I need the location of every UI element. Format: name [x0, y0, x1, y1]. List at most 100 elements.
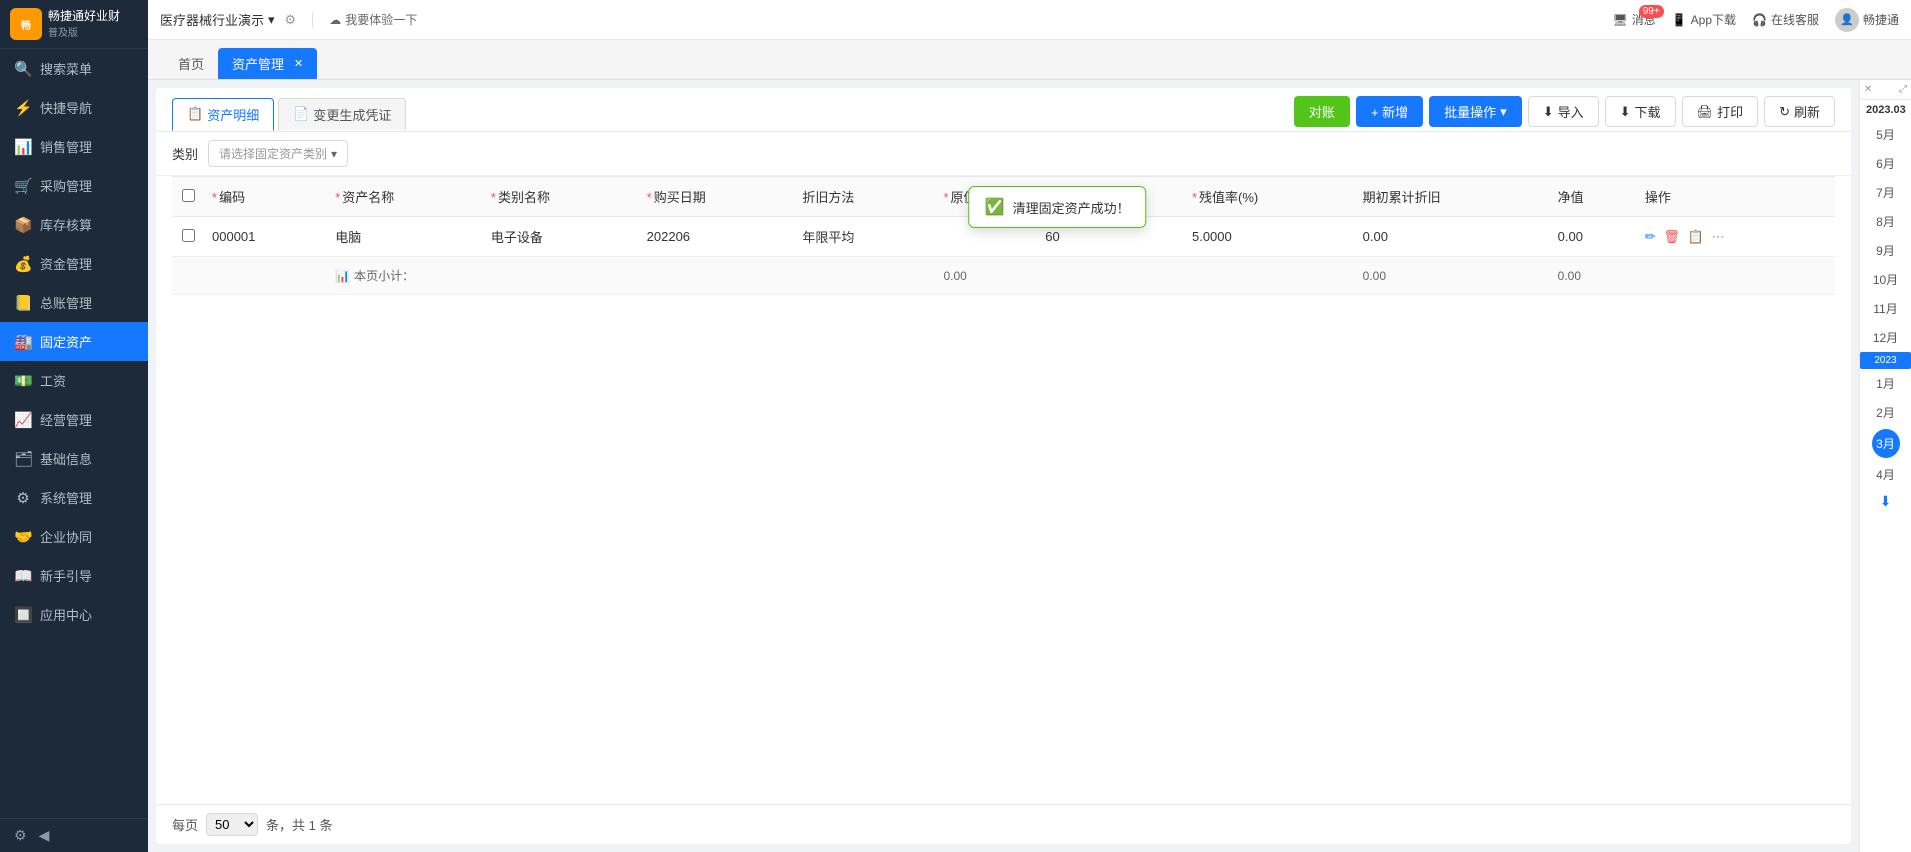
sidebar-logo: 畅 畅捷通好业财 普及版 [0, 0, 148, 49]
per-page-select[interactable]: 50 10 20 100 [206, 813, 258, 836]
tab-close-icon[interactable]: ✕ [294, 57, 303, 70]
row-checkbox[interactable] [182, 229, 195, 242]
collapse-icon[interactable]: ◀ [39, 827, 50, 844]
sidebar-item-basic[interactable]: 🗂 基础信息 [0, 439, 148, 478]
download-icon: ⬇ [1620, 104, 1631, 120]
sidebar-item-apps[interactable]: 🔲 应用中心 [0, 595, 148, 634]
app-download-button[interactable]: 📱 App下载 [1672, 11, 1736, 28]
delete-icon[interactable]: 🗑 [1663, 229, 1680, 244]
experience-button[interactable]: ☁ 我要体验一下 [329, 11, 417, 28]
add-button[interactable]: + 新增 [1356, 96, 1423, 127]
sidebar-item-funds[interactable]: 💰 资金管理 [0, 244, 148, 283]
sidebar-item-purchase[interactable]: 🛒 采购管理 [0, 166, 148, 205]
sidebar-item-assets[interactable]: 🏭 固定资产 [0, 322, 148, 361]
month-item-2023-2月[interactable]: 2月 [1860, 398, 1911, 427]
reconcile-button[interactable]: 对账 [1294, 96, 1350, 127]
select-arrow-icon: ▾ [331, 147, 337, 161]
tab-home[interactable]: 首页 [164, 48, 218, 79]
sidebar-item-label: 工资 [40, 371, 66, 390]
month-item-2023-4月[interactable]: 4月 [1860, 460, 1911, 489]
batch-button[interactable]: 批量操作 ▾ [1429, 96, 1522, 127]
sidebar-item-operation[interactable]: 📈 经营管理 [0, 400, 148, 439]
download-button[interactable]: ⬇ 下载 [1605, 96, 1676, 127]
sidebar-item-guide[interactable]: 📖 新手引导 [0, 556, 148, 595]
subtotal-original: 0.00 [935, 257, 1037, 295]
sidebar-item-sales[interactable]: 📊 销售管理 [0, 127, 148, 166]
sidebar-item-quicknav[interactable]: ⚡ 快捷导航 [0, 88, 148, 127]
edit-icon[interactable]: ✏ [1645, 229, 1656, 244]
cell-name: 电脑 [327, 217, 483, 257]
subtotal-row: 📊本页小计： 0.00 0.00 0.00 [172, 257, 1835, 295]
sidebar-item-payroll[interactable]: 💵 工资 [0, 361, 148, 400]
ledger-icon: 📒 [14, 294, 32, 312]
month-item-2022-5月[interactable]: 5月 [1860, 120, 1911, 149]
operation-icon: 📈 [14, 411, 32, 429]
logo-text: 畅捷通好业财 普及版 [48, 9, 120, 40]
online-service-button[interactable]: 🎧 在线客服 [1752, 11, 1819, 28]
gear-icon[interactable]: ⚙ [285, 12, 297, 28]
user-menu[interactable]: 👤 畅捷通 [1835, 8, 1899, 32]
guide-icon: 📖 [14, 567, 32, 585]
cell-category: 电子设备 [483, 217, 639, 257]
category-select[interactable]: 请选择固定资产类别 ▾ [208, 140, 348, 167]
sidebar-menu: 🔍 搜索菜单⚡ 快捷导航📊 销售管理🛒 采购管理📦 库存核算💰 资金管理📒 总账… [0, 49, 148, 818]
apps-icon: 🔲 [14, 606, 32, 624]
print-button[interactable]: 🖨 打印 [1682, 96, 1759, 127]
subtotal-initial: 0.00 [1355, 257, 1550, 295]
sidebar-item-label: 经营管理 [40, 410, 92, 429]
avatar: 👤 [1835, 8, 1859, 32]
month-item-2022-9月[interactable]: 9月 [1860, 236, 1911, 265]
sidebar-item-label: 系统管理 [40, 488, 92, 507]
doc-icon: 📄 [293, 106, 309, 122]
month-item-2022-7月[interactable]: 7月 [1860, 178, 1911, 207]
sidebar-item-label: 新手引导 [40, 566, 92, 585]
month-item-2023-current[interactable]: 3月 [1872, 429, 1900, 458]
export-button[interactable]: ⬇ 导入 [1528, 96, 1599, 127]
month-item-2022-12月[interactable]: 12月 [1860, 323, 1911, 352]
month-item-2023-1月[interactable]: 1月 [1860, 369, 1911, 398]
message-badge: 99+ [1639, 5, 1664, 18]
cell-purchase-date: 202206 [639, 217, 795, 257]
topbar: 医疗器械行业演示 ▾ ⚙ ☁ 我要体验一下 🖥 消息 99+ 📱 App下载 🎧… [148, 0, 1911, 40]
subtab-change-voucher[interactable]: 📄 变更生成凭证 [278, 98, 406, 130]
purchase-icon: 🛒 [14, 177, 32, 195]
sales-icon: 📊 [14, 138, 32, 156]
select-all-header [172, 177, 204, 217]
month-item-2022-11月[interactable]: 11月 [1860, 294, 1911, 323]
sidebar-item-system[interactable]: ⚙ 系统管理 [0, 478, 148, 517]
sidebar-item-inventory[interactable]: 📦 库存核算 [0, 205, 148, 244]
month-scroll-down-icon[interactable]: ⬇ [1860, 489, 1911, 514]
cell-code: 000001 [204, 217, 327, 257]
expand-panel-icon[interactable]: ⤢ [1899, 84, 1907, 95]
th-initial-depreciation: 期初累计折旧 [1355, 177, 1550, 217]
sidebar-item-search[interactable]: 🔍 搜索菜单 [0, 49, 148, 88]
refresh-button[interactable]: ↻ 刷新 [1764, 96, 1835, 127]
quicknav-icon: ⚡ [14, 99, 32, 117]
settings-icon[interactable]: ⚙ [14, 827, 27, 844]
topbar-divider [312, 12, 313, 28]
th-category: *类别名称 [483, 177, 639, 217]
message-button[interactable]: 🖥 消息 99+ [1612, 11, 1655, 28]
th-name: *资产名称 [327, 177, 483, 217]
cooperate-icon: 🤝 [14, 528, 32, 546]
sidebar: 畅 畅捷通好业财 普及版 🔍 搜索菜单⚡ 快捷导航📊 销售管理🛒 采购管理📦 库… [0, 0, 148, 852]
company-selector[interactable]: 医疗器械行业演示 ▾ [160, 10, 275, 29]
sidebar-item-ledger[interactable]: 📒 总账管理 [0, 283, 148, 322]
month-item-2022-10月[interactable]: 10月 [1860, 265, 1911, 294]
tab-assets[interactable]: 资产管理 ✕ [218, 48, 317, 79]
headset-icon: 🎧 [1752, 13, 1767, 27]
sidebar-item-cooperate[interactable]: 🤝 企业协同 [0, 517, 148, 556]
subtab-asset-detail[interactable]: 📋 资产明细 [172, 98, 274, 131]
close-panel-icon[interactable]: ✕ [1864, 84, 1872, 95]
message-icon: 🖥 [1612, 13, 1627, 27]
copy-icon[interactable]: 📋 [1688, 229, 1704, 244]
content-area: 📋 资产明细 📄 变更生成凭证 对账 + 新增 批量操作 ▾ ⬇ [148, 80, 1911, 852]
select-all-checkbox[interactable] [182, 189, 195, 202]
company-name: 医疗器械行业演示 [160, 10, 264, 29]
table-icon: 📋 [187, 106, 203, 122]
month-item-2022-6月[interactable]: 6月 [1860, 149, 1911, 178]
inventory-icon: 📦 [14, 216, 32, 234]
more-icon[interactable]: ⋯ [1711, 229, 1724, 244]
refresh-icon: ↻ [1779, 104, 1790, 120]
month-item-2022-8月[interactable]: 8月 [1860, 207, 1911, 236]
